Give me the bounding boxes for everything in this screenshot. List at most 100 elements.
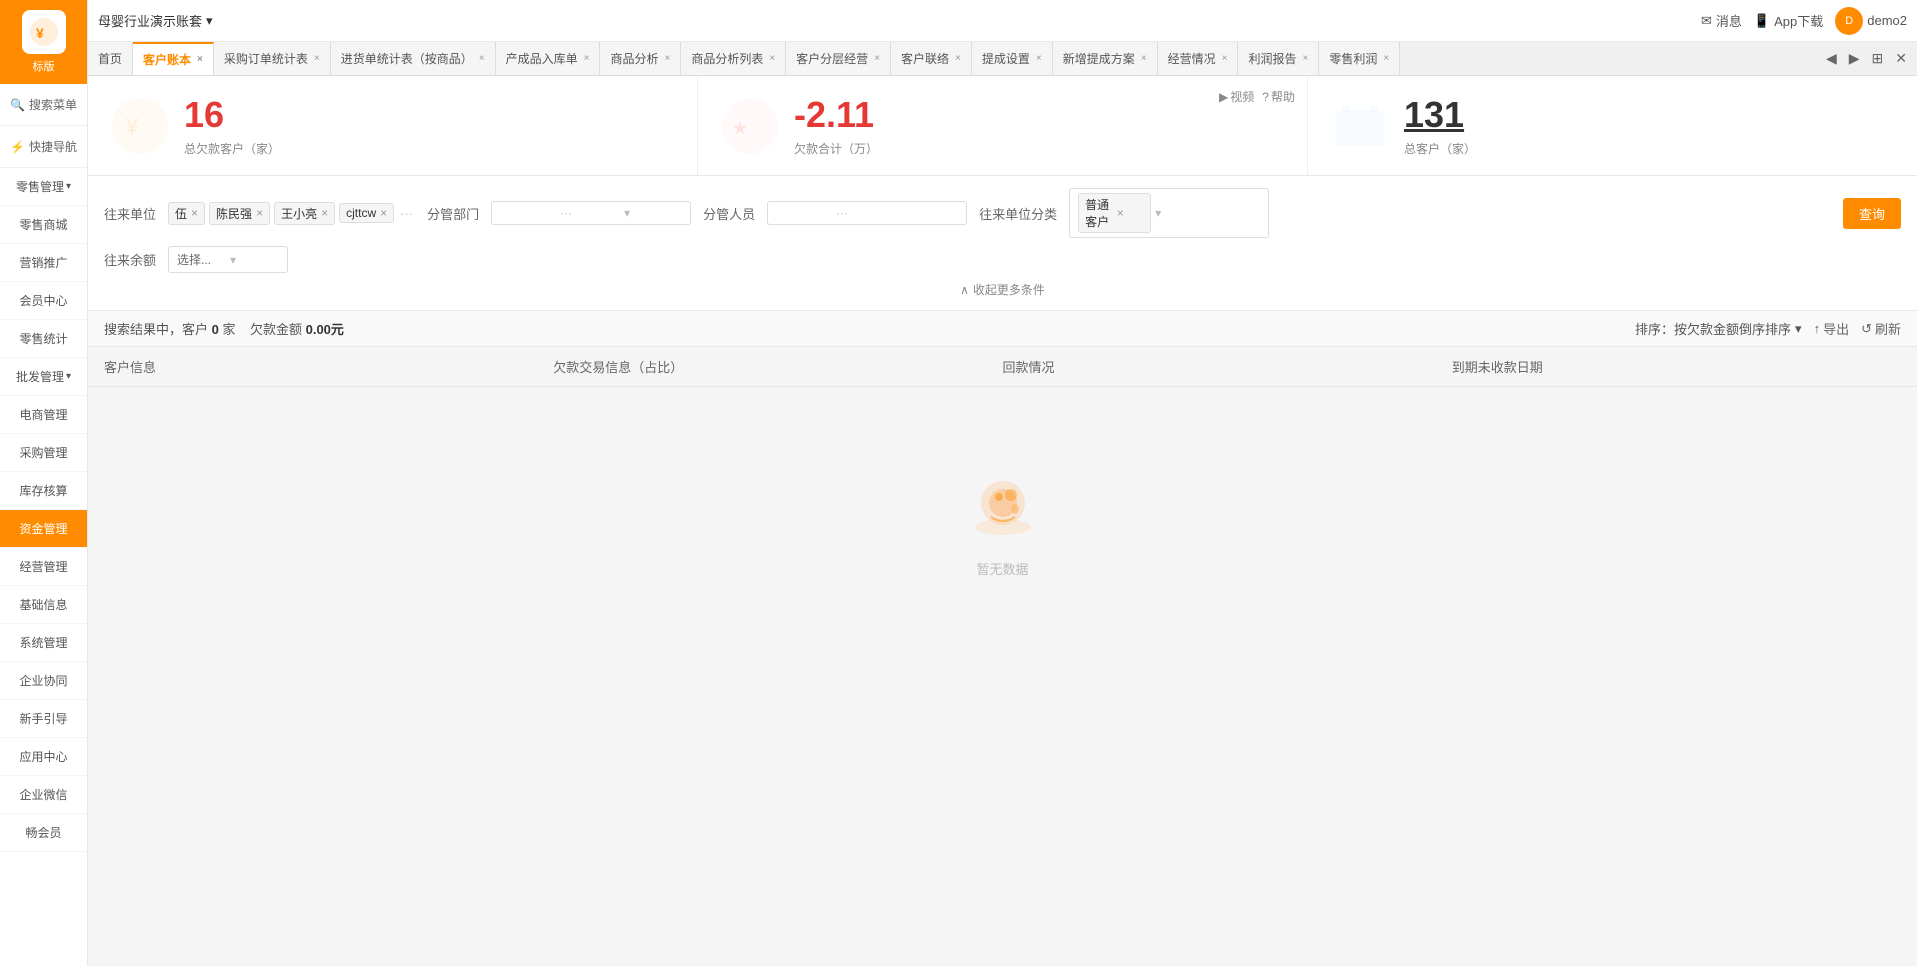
sidebar-item-0[interactable]: 零售管理▾	[0, 168, 87, 206]
sidebar-label-10: 经营管理	[19, 560, 67, 574]
tabs-scroll-right-button[interactable]: ▶	[1845, 48, 1864, 69]
filter-tag-wang[interactable]: 王小亮 ×	[274, 202, 335, 225]
help-button[interactable]: ? 帮助	[1262, 88, 1295, 105]
person-select[interactable]: ···	[767, 201, 967, 225]
sidebar-item-17[interactable]: 畅会员	[0, 814, 87, 852]
tag-remove-common[interactable]: ×	[1117, 206, 1145, 220]
sidebar-item-16[interactable]: 企业微信	[0, 776, 87, 814]
account-selector[interactable]: 母婴行业演示账套 ▾	[98, 11, 213, 30]
tab-close-11[interactable]: ×	[1222, 53, 1228, 64]
unit-label: 往来单位	[104, 204, 156, 223]
tab-item-3[interactable]: 进货单统计表（按商品） ×	[331, 42, 496, 76]
tab-item-12[interactable]: 利润报告 ×	[1238, 42, 1319, 76]
sidebar-logo[interactable]: ¥ 标版	[0, 0, 87, 84]
tag-remove-wu[interactable]: ×	[191, 206, 198, 220]
collapse-button[interactable]: ∧ 收起更多条件	[104, 281, 1901, 298]
query-button[interactable]: 查询	[1843, 198, 1901, 229]
tab-close-12[interactable]: ×	[1302, 53, 1308, 64]
unit-class-select[interactable]: 普通客户 × ▾	[1069, 188, 1269, 238]
filter-tag-cj[interactable]: cjttcw ×	[339, 203, 394, 223]
tab-item-1[interactable]: 客户账本×	[133, 42, 214, 76]
message-button[interactable]: ✉ 消息	[1701, 11, 1742, 30]
tab-label-13: 零售利润	[1329, 50, 1377, 67]
tab-label-3: 进货单统计表（按商品）	[341, 50, 473, 67]
main-area: 母婴行业演示账套 ▾ ✉ 消息 📱 App下载 D demo2 首页客户账本×采…	[88, 0, 1917, 966]
tab-item-5[interactable]: 商品分析×	[600, 42, 681, 76]
tag-remove-wang[interactable]: ×	[321, 206, 328, 220]
tab-close-4[interactable]: ×	[584, 53, 590, 64]
tab-label-7: 客户分层经营	[796, 50, 868, 67]
remainder-select[interactable]: 选择... ▾	[168, 246, 288, 273]
sidebar-search-section: 🔍 搜索菜单	[0, 84, 87, 126]
tab-item-7[interactable]: 客户分层经营 ×	[786, 42, 891, 76]
sidebar-item-11[interactable]: 基础信息	[0, 586, 87, 624]
debt-bg-icon: ★	[722, 98, 778, 154]
sort-selector[interactable]: 排序：按欠款金额倒序排序 ▾	[1635, 319, 1802, 338]
tabs-close-all-button[interactable]: ✕	[1891, 48, 1911, 69]
summary-card-debt: ★ -2.11 欠款合计（万） ▶ 视频 ? 帮助	[698, 76, 1308, 175]
sidebar-item-6[interactable]: 电商管理	[0, 396, 87, 434]
sidebar-item-13[interactable]: 企业协同	[0, 662, 87, 700]
tab-label-12: 利润报告	[1248, 50, 1296, 67]
sidebar-item-12[interactable]: 系统管理	[0, 624, 87, 662]
tab-close-13[interactable]: ×	[1383, 53, 1389, 64]
tab-item-0[interactable]: 首页	[88, 42, 133, 76]
remainder-arrow-icon: ▾	[230, 253, 279, 267]
sidebar-item-2[interactable]: 营销推广	[0, 244, 87, 282]
sidebar-label-7: 采购管理	[19, 446, 67, 460]
user-profile[interactable]: D demo2	[1835, 7, 1907, 35]
sidebar-item-7[interactable]: 采购管理	[0, 434, 87, 472]
tab-close-10[interactable]: ×	[1141, 53, 1147, 64]
customer-count: 0	[212, 322, 219, 337]
sidebar-item-4[interactable]: 零售统计	[0, 320, 87, 358]
filter-tag-chen[interactable]: 陈民强 ×	[209, 202, 270, 225]
arrow-icon-5: ▾	[66, 371, 71, 382]
tab-item-11[interactable]: 经营情况×	[1158, 42, 1239, 76]
tab-item-4[interactable]: 产成品入库单×	[496, 42, 601, 76]
filter-tag-wu[interactable]: 伍 ×	[168, 202, 205, 225]
tab-label-6: 商品分析列表	[691, 50, 763, 67]
tab-item-8[interactable]: 客户联络×	[891, 42, 972, 76]
sidebar-label-9: 资金管理	[19, 522, 67, 536]
tab-close-5[interactable]: ×	[664, 53, 670, 64]
tab-close-6[interactable]: ×	[769, 53, 775, 64]
tag-remove-chen[interactable]: ×	[256, 206, 263, 220]
filter-tag-common[interactable]: 普通客户 ×	[1078, 193, 1151, 233]
app-download-button[interactable]: 📱 App下载	[1754, 11, 1823, 30]
sidebar-item-1[interactable]: 零售商城	[0, 206, 87, 244]
sidebar-item-10[interactable]: 经营管理	[0, 548, 87, 586]
tab-close-3[interactable]: ×	[479, 53, 485, 64]
tab-close-9[interactable]: ×	[1036, 53, 1042, 64]
tab-item-2[interactable]: 采购订单统计表 ×	[214, 42, 331, 76]
sidebar-item-15[interactable]: 应用中心	[0, 738, 87, 776]
sidebar-item-3[interactable]: 会员中心	[0, 282, 87, 320]
tab-item-9[interactable]: 提成设置×	[972, 42, 1053, 76]
refresh-icon: ↺	[1861, 321, 1872, 337]
refresh-button[interactable]: ↺ 刷新	[1861, 319, 1901, 338]
tag-remove-cj[interactable]: ×	[380, 206, 387, 220]
sidebar-item-8[interactable]: 库存核算	[0, 472, 87, 510]
tabs-expand-button[interactable]: ⊞	[1868, 48, 1888, 69]
tab-close-1[interactable]: ×	[197, 54, 203, 65]
tab-close-8[interactable]: ×	[955, 53, 961, 64]
sidebar-label-11: 基础信息	[19, 598, 67, 612]
quick-nav-button[interactable]: ⚡ 快捷导航	[6, 134, 81, 159]
sidebar-item-14[interactable]: 新手引导	[0, 700, 87, 738]
tabs-bar: 首页客户账本×采购订单统计表×进货单统计表（按商品）×产成品入库单×商品分析×商…	[88, 42, 1917, 76]
tab-item-10[interactable]: 新增提成方案×	[1053, 42, 1158, 76]
arrow-icon-0: ▾	[66, 181, 71, 192]
tab-label-2: 采购订单统计表	[224, 50, 308, 67]
tabs-scroll-left-button[interactable]: ◀	[1822, 48, 1841, 69]
tab-item-13[interactable]: 零售利润 ×	[1319, 42, 1400, 76]
sidebar-label-6: 电商管理	[19, 408, 67, 422]
export-button[interactable]: ↑ 导出	[1814, 319, 1850, 338]
more-tags-button[interactable]: ···	[398, 206, 415, 221]
tab-close-7[interactable]: ×	[874, 53, 880, 64]
tab-close-2[interactable]: ×	[314, 53, 320, 64]
sidebar-item-9[interactable]: 资金管理	[0, 510, 87, 548]
sidebar-item-5[interactable]: 批发管理▾	[0, 358, 87, 396]
search-menu-button[interactable]: 🔍 搜索菜单	[6, 92, 81, 117]
dept-select[interactable]: ··· ▾	[491, 201, 691, 225]
video-button[interactable]: ▶ 视频	[1219, 88, 1254, 105]
tab-item-6[interactable]: 商品分析列表 ×	[681, 42, 786, 76]
